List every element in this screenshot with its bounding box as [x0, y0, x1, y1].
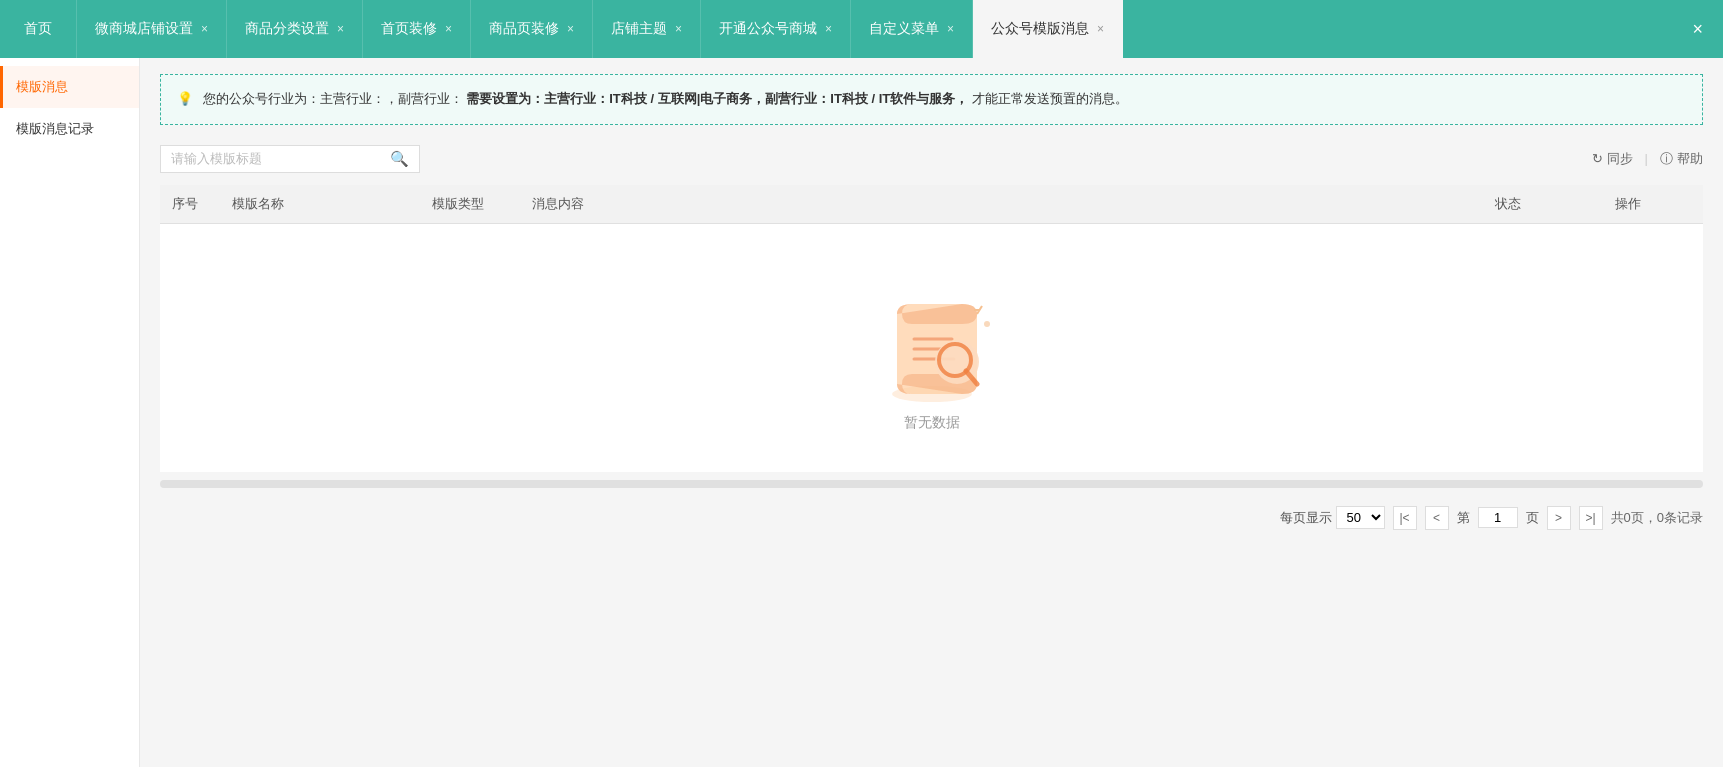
close-icon[interactable]: ×	[201, 22, 208, 36]
tab-home[interactable]: 首页	[0, 0, 77, 58]
tab-weishangcheng[interactable]: 微商城店铺设置 ×	[77, 0, 227, 58]
table-head: 序号 模版名称 模版类型 消息内容 状态 操作	[160, 185, 1703, 224]
page-unit: 页	[1526, 509, 1539, 527]
table-header-row: 序号 模版名称 模版类型 消息内容 状态 操作	[160, 185, 1703, 224]
empty-illustration	[862, 284, 1002, 414]
tab-label: 公众号模版消息	[991, 20, 1089, 38]
tab-template-msg[interactable]: 公众号模版消息 ×	[973, 0, 1123, 58]
first-page-button[interactable]: |<	[1393, 506, 1417, 530]
close-icon[interactable]: ×	[337, 22, 344, 36]
page-size-select: 每页显示 50	[1280, 506, 1385, 529]
sync-button[interactable]: ↻ 同步	[1592, 150, 1633, 168]
tab-label: 微商城店铺设置	[95, 20, 193, 38]
page-label: 第	[1457, 509, 1470, 527]
search-bar: 🔍 ↻ 同步 | ⓘ 帮助	[160, 145, 1703, 173]
notice-highlight: 需要设置为：主营行业：IT科技 / 互联网|电子商务，副营行业：IT科技 / I…	[466, 91, 968, 106]
sidebar-item-template-msg[interactable]: 模版消息	[0, 66, 139, 108]
search-input[interactable]	[171, 151, 390, 166]
col-index: 序号	[160, 185, 220, 224]
tab-label: 首页装修	[381, 20, 437, 38]
content-area: 💡 您的公众号行业为：主营行业：，副营行业： 需要设置为：主营行业：IT科技 /…	[140, 58, 1723, 767]
tab-custom-menu[interactable]: 自定义菜单 ×	[851, 0, 973, 58]
search-input-wrap[interactable]: 🔍	[160, 145, 420, 173]
tab-label: 自定义菜单	[869, 20, 939, 38]
empty-row: 暂无数据	[160, 223, 1703, 472]
page-size-label: 每页显示	[1280, 509, 1332, 527]
last-page-button[interactable]: >|	[1579, 506, 1603, 530]
notice-icon: 💡	[177, 91, 193, 106]
tab-product-decor[interactable]: 商品页装修 ×	[471, 0, 593, 58]
page-summary: 共0页，0条记录	[1611, 509, 1703, 527]
data-table: 序号 模版名称 模版类型 消息内容 状态 操作	[160, 185, 1703, 472]
page-number-input[interactable]	[1478, 507, 1518, 528]
help-button[interactable]: ⓘ 帮助	[1660, 150, 1703, 168]
close-all-button[interactable]: ×	[1672, 0, 1723, 58]
top-nav: 首页 微商城店铺设置 × 商品分类设置 × 首页装修 × 商品页装修 × 店铺主…	[0, 0, 1723, 58]
prev-page-button[interactable]: <	[1425, 506, 1449, 530]
empty-state: 暂无数据	[160, 224, 1703, 472]
sidebar-item-template-msg-record[interactable]: 模版消息记录	[0, 108, 139, 150]
home-tab-label: 首页	[24, 20, 52, 38]
notice-prefix: 您的公众号行业为：主营行业：，副营行业：	[203, 91, 463, 106]
close-icon[interactable]: ×	[675, 22, 682, 36]
tab-label: 商品页装修	[489, 20, 559, 38]
col-action: 操作	[1603, 185, 1703, 224]
page-size-dropdown[interactable]: 50	[1336, 506, 1385, 529]
close-icon[interactable]: ×	[1097, 22, 1104, 36]
pagination: 每页显示 50 |< < 第 页 > >| 共0页，0条记录	[160, 496, 1703, 534]
notice-banner: 💡 您的公众号行业为：主营行业：，副营行业： 需要设置为：主营行业：IT科技 /…	[160, 74, 1703, 125]
col-type: 模版类型	[420, 185, 520, 224]
tab-store-theme[interactable]: 店铺主题 ×	[593, 0, 701, 58]
tab-open-store[interactable]: 开通公众号商城 ×	[701, 0, 851, 58]
col-status: 状态	[1483, 185, 1603, 224]
toolbar-divider: |	[1645, 151, 1648, 166]
notice-suffix: 才能正常发送预置的消息。	[972, 91, 1128, 106]
toolbar-right: ↻ 同步 | ⓘ 帮助	[1592, 150, 1703, 168]
search-icon[interactable]: 🔍	[390, 150, 409, 168]
close-icon[interactable]: ×	[825, 22, 832, 36]
sidebar: 模版消息 模版消息记录	[0, 58, 140, 767]
sync-label: 同步	[1607, 150, 1633, 168]
close-icon[interactable]: ×	[445, 22, 452, 36]
col-content: 消息内容	[520, 185, 1483, 224]
help-icon: ⓘ	[1660, 150, 1673, 168]
svg-point-9	[984, 321, 990, 327]
sync-icon: ↻	[1592, 151, 1603, 166]
table-body: 暂无数据	[160, 223, 1703, 472]
empty-text: 暂无数据	[904, 414, 960, 432]
close-icon[interactable]: ×	[947, 22, 954, 36]
close-all-icon: ×	[1692, 19, 1703, 40]
tab-homepage-decor[interactable]: 首页装修 ×	[363, 0, 471, 58]
tab-label: 开通公众号商城	[719, 20, 817, 38]
tab-product-category[interactable]: 商品分类设置 ×	[227, 0, 363, 58]
horizontal-scrollbar[interactable]	[160, 480, 1703, 488]
close-icon[interactable]: ×	[567, 22, 574, 36]
help-label: 帮助	[1677, 150, 1703, 168]
sidebar-item-label: 模版消息	[16, 79, 68, 94]
tab-label: 商品分类设置	[245, 20, 329, 38]
next-page-button[interactable]: >	[1547, 506, 1571, 530]
tab-label: 店铺主题	[611, 20, 667, 38]
col-name: 模版名称	[220, 185, 420, 224]
sidebar-item-label: 模版消息记录	[16, 121, 94, 136]
main-layout: 模版消息 模版消息记录 💡 您的公众号行业为：主营行业：，副营行业： 需要设置为…	[0, 58, 1723, 767]
